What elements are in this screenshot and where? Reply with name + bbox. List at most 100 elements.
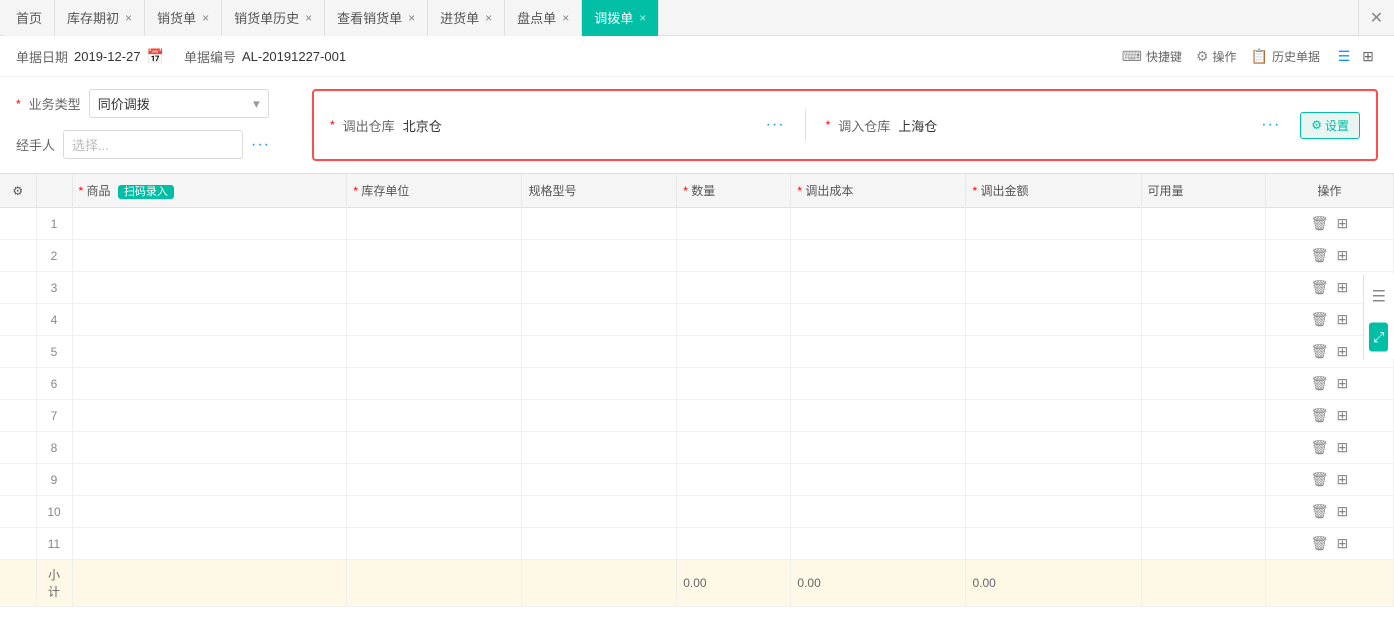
row-product-cell[interactable] bbox=[72, 400, 347, 432]
tab-transfer-order[interactable]: 调拨单 × bbox=[582, 0, 659, 36]
copy-icon[interactable]: ⊞ bbox=[1336, 247, 1348, 264]
tab-transfer-order-close[interactable]: × bbox=[639, 12, 646, 24]
row-cost-cell bbox=[791, 240, 966, 272]
delete-icon[interactable]: 🗑 bbox=[1311, 279, 1329, 296]
copy-icon[interactable]: ⊞ bbox=[1336, 535, 1348, 552]
tab-inventory-count[interactable]: 盘点单 × bbox=[505, 0, 582, 36]
row-spec-cell bbox=[522, 464, 677, 496]
tab-sales-history[interactable]: 销货单历史 × bbox=[222, 0, 325, 36]
table-row: 4 🗑 ⊞ bbox=[0, 304, 1394, 336]
row-product-cell[interactable] bbox=[72, 272, 347, 304]
tab-view-sales-label: 查看销货单 bbox=[337, 8, 402, 27]
delete-icon[interactable]: 🗑 bbox=[1311, 439, 1329, 456]
left-fields: * 业务类型 同价调拨 ▾ 经手人 选择... ··· bbox=[16, 89, 296, 159]
delete-icon[interactable]: 🗑 bbox=[1311, 311, 1329, 328]
person-row: 经手人 选择... ··· bbox=[16, 130, 296, 159]
copy-icon[interactable]: ⊞ bbox=[1336, 375, 1348, 392]
row-index-cell: 2 bbox=[36, 240, 72, 272]
operations-button[interactable]: ⚙ 操作 bbox=[1196, 48, 1237, 65]
tab-purchase-order[interactable]: 进货单 × bbox=[428, 0, 505, 36]
row-unit-cell bbox=[347, 368, 522, 400]
layout-list-icon[interactable]: ☰ bbox=[1334, 46, 1354, 66]
delete-icon[interactable]: 🗑 bbox=[1311, 407, 1329, 424]
copy-icon[interactable]: ⊞ bbox=[1336, 215, 1348, 232]
out-more-button[interactable]: ··· bbox=[766, 116, 785, 134]
delete-icon[interactable]: 🗑 bbox=[1311, 503, 1329, 520]
settings-button[interactable]: ⚙ 设置 bbox=[1300, 112, 1360, 139]
th-settings[interactable]: ⚙ bbox=[0, 174, 36, 208]
person-more-button[interactable]: ··· bbox=[251, 136, 270, 154]
tab-home[interactable]: 首页 bbox=[4, 0, 55, 36]
out-value: 北京仓 bbox=[403, 116, 442, 135]
row-cost-cell bbox=[791, 304, 966, 336]
in-more-button[interactable]: ··· bbox=[1261, 116, 1280, 134]
tab-inventory-count-close[interactable]: × bbox=[562, 12, 569, 24]
delete-icon[interactable]: 🗑 bbox=[1311, 247, 1329, 264]
row-amount-cell bbox=[966, 240, 1141, 272]
row-product-cell[interactable] bbox=[72, 528, 347, 560]
row-unit-cell bbox=[347, 528, 522, 560]
tab-sales-history-close[interactable]: × bbox=[305, 12, 312, 24]
table-row: 2 🗑 ⊞ bbox=[0, 240, 1394, 272]
copy-icon[interactable]: ⊞ bbox=[1336, 343, 1348, 360]
row-product-cell[interactable] bbox=[72, 432, 347, 464]
row-index-cell: 9 bbox=[36, 464, 72, 496]
delete-icon[interactable]: 🗑 bbox=[1311, 535, 1329, 552]
business-type-label: 业务类型 bbox=[29, 94, 81, 113]
row-product-cell[interactable] bbox=[72, 208, 347, 240]
scan-entry-button[interactable]: 扫码录入 bbox=[118, 185, 174, 199]
cost-label: 调出成本 bbox=[805, 184, 853, 198]
tab-sales-order-close[interactable]: × bbox=[202, 12, 209, 24]
shortcut-button[interactable]: ⌨ 快捷键 bbox=[1122, 48, 1182, 65]
row-cost-cell bbox=[791, 464, 966, 496]
delete-icon[interactable]: 🗑 bbox=[1311, 343, 1329, 360]
person-select[interactable]: 选择... bbox=[63, 130, 243, 159]
row-settings-cell bbox=[0, 208, 36, 240]
qty-label: 数量 bbox=[691, 184, 715, 198]
tab-view-sales[interactable]: 查看销货单 × bbox=[325, 0, 428, 36]
history-button[interactable]: 📋 历史单据 bbox=[1251, 48, 1320, 65]
row-product-cell[interactable] bbox=[72, 240, 347, 272]
row-settings-cell bbox=[0, 272, 36, 304]
table-row: 8 🗑 ⊞ bbox=[0, 432, 1394, 464]
date-label: 单据日期 bbox=[16, 47, 68, 66]
sidebar-expand-icon[interactable]: ⤢ bbox=[1369, 323, 1388, 352]
window-close-button[interactable]: ✕ bbox=[1358, 0, 1394, 36]
delete-icon[interactable]: 🗑 bbox=[1311, 375, 1329, 392]
row-qty-cell bbox=[677, 432, 791, 464]
row-product-cell[interactable] bbox=[72, 336, 347, 368]
copy-icon[interactable]: ⊞ bbox=[1336, 407, 1348, 424]
row-ops-cell: 🗑 ⊞ bbox=[1265, 400, 1393, 432]
gear-icon: ⚙ bbox=[1196, 48, 1209, 65]
copy-icon[interactable]: ⊞ bbox=[1336, 471, 1348, 488]
tab-inventory-init[interactable]: 库存期初 × bbox=[55, 0, 145, 36]
row-index-cell: 7 bbox=[36, 400, 72, 432]
tab-inventory-init-close[interactable]: × bbox=[125, 12, 132, 24]
copy-icon[interactable]: ⊞ bbox=[1336, 439, 1348, 456]
row-qty-cell bbox=[677, 240, 791, 272]
row-available-cell bbox=[1141, 496, 1265, 528]
copy-icon[interactable]: ⊞ bbox=[1336, 311, 1348, 328]
layout-grid-icon[interactable]: ⊞ bbox=[1358, 46, 1378, 66]
delete-icon[interactable]: 🗑 bbox=[1311, 471, 1329, 488]
table-row: 3 🗑 ⊞ bbox=[0, 272, 1394, 304]
history-icon: 📋 bbox=[1251, 48, 1268, 65]
row-product-cell[interactable] bbox=[72, 368, 347, 400]
tab-purchase-order-close[interactable]: × bbox=[485, 12, 492, 24]
row-qty-cell bbox=[677, 368, 791, 400]
warehouse-box: * 调出仓库 北京仓 ··· * 调入仓库 上海仓 ··· ⚙ 设置 bbox=[312, 89, 1378, 161]
tab-sales-order[interactable]: 销货单 × bbox=[145, 0, 222, 36]
row-amount-cell bbox=[966, 304, 1141, 336]
copy-icon[interactable]: ⊞ bbox=[1336, 503, 1348, 520]
table-header-row: ⚙ * 商品 扫码录入 * 库存单位 规格型号 * 数量 * bbox=[0, 174, 1394, 208]
business-type-select[interactable]: 同价调拨 ▾ bbox=[89, 89, 269, 118]
table-settings-icon: ⚙ bbox=[12, 184, 23, 198]
tab-view-sales-close[interactable]: × bbox=[408, 12, 415, 24]
sidebar-list-icon[interactable]: ☰ bbox=[1368, 283, 1390, 311]
copy-icon[interactable]: ⊞ bbox=[1336, 279, 1348, 296]
calendar-icon[interactable]: 📅 bbox=[147, 48, 164, 65]
row-product-cell[interactable] bbox=[72, 464, 347, 496]
row-product-cell[interactable] bbox=[72, 496, 347, 528]
delete-icon[interactable]: 🗑 bbox=[1311, 215, 1329, 232]
row-product-cell[interactable] bbox=[72, 304, 347, 336]
